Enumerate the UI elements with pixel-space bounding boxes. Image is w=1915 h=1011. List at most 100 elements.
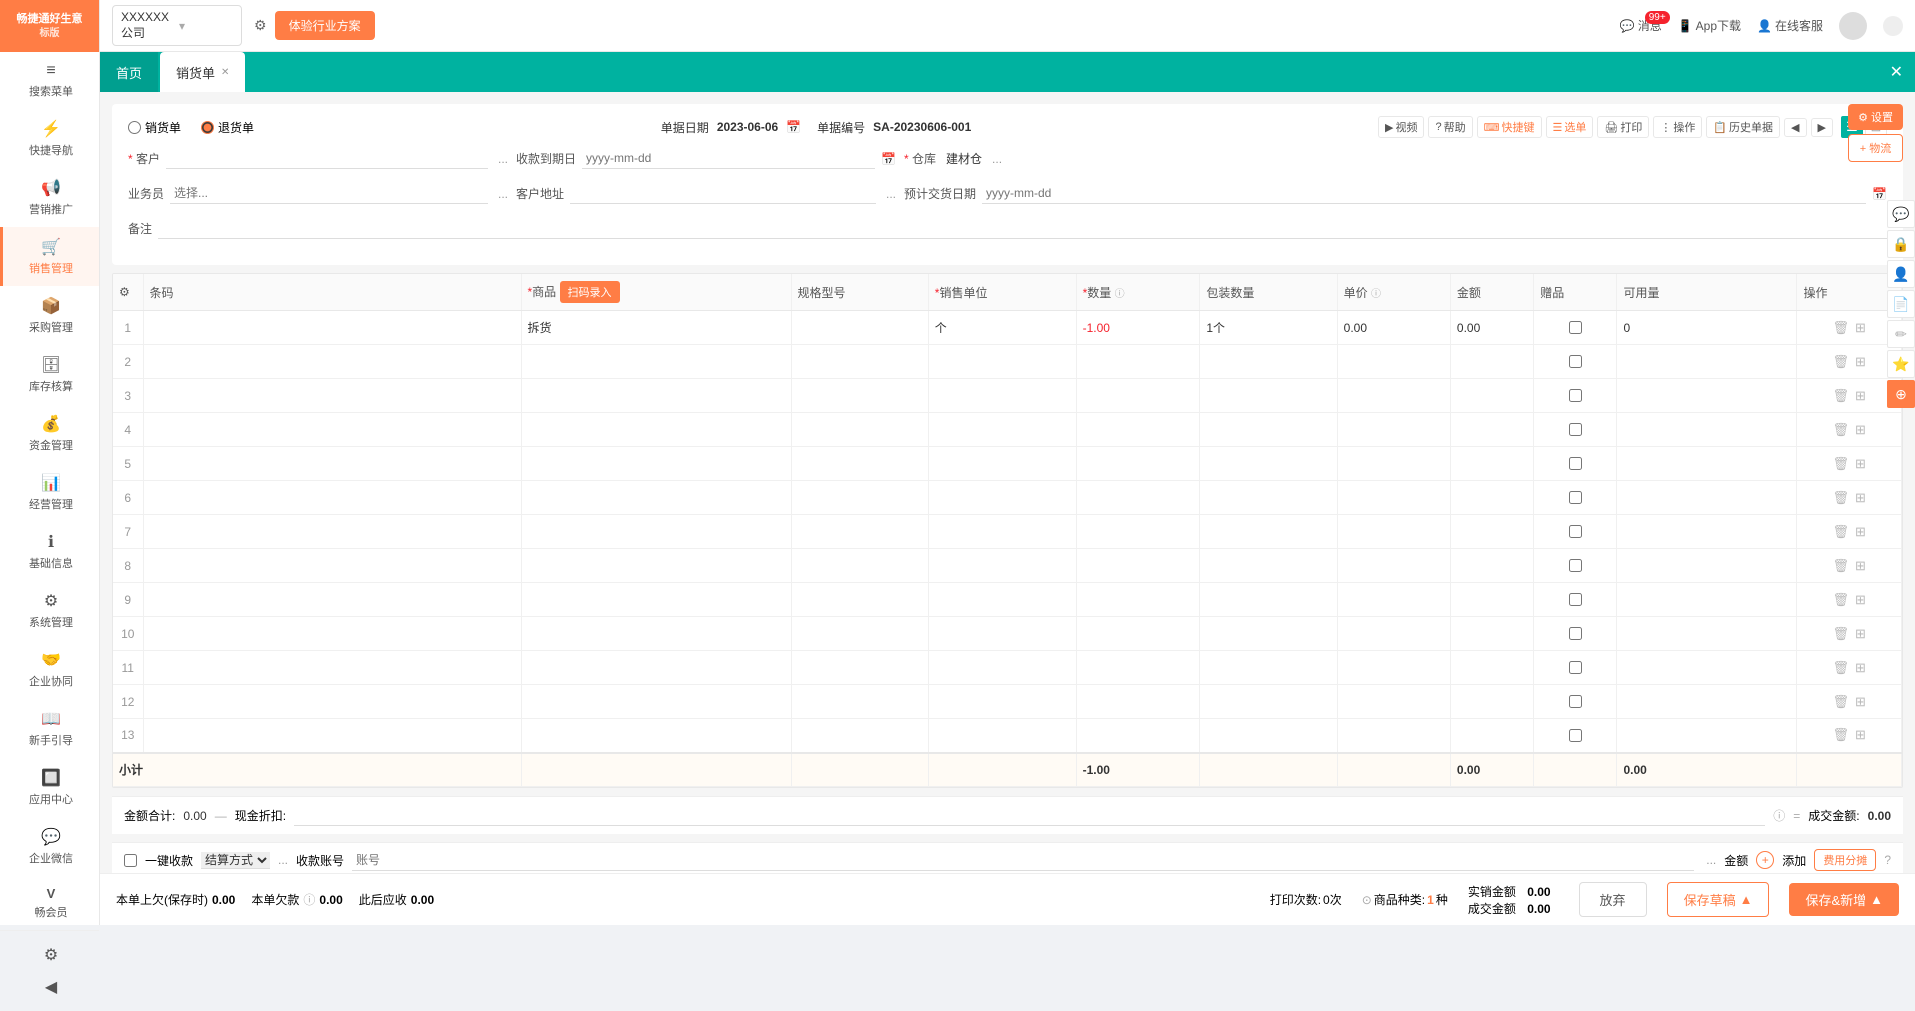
sidebar-item-weixin[interactable]: 💬 企业微信 — [0, 817, 99, 876]
app-download-btn[interactable]: 📱 App下载 — [1678, 17, 1741, 34]
cell-spec[interactable] — [791, 719, 928, 753]
cell-qty[interactable] — [1076, 413, 1200, 447]
barcode-input[interactable] — [150, 695, 515, 709]
cell-qty[interactable] — [1076, 651, 1200, 685]
scan-button[interactable]: 扫码录入 — [560, 281, 620, 303]
cell-gift[interactable] — [1534, 651, 1617, 685]
online-service-btn[interactable]: 👤 在线客服 — [1757, 17, 1823, 34]
shortcut-btn[interactable]: ⌨ 快捷键 — [1477, 116, 1542, 138]
cell-product[interactable] — [521, 549, 791, 583]
cell-barcode[interactable] — [143, 651, 521, 685]
sidebar-item-search[interactable]: ≡ 搜索菜单 — [0, 52, 99, 109]
settlement-select[interactable]: 结算方式 — [201, 852, 270, 869]
cell-spec[interactable] — [791, 481, 928, 515]
select-btn[interactable]: ☰ 选单 — [1546, 116, 1594, 138]
cell-gift[interactable] — [1534, 413, 1617, 447]
trial-button[interactable]: 体验行业方案 — [275, 11, 375, 40]
sidebar-item-finance[interactable]: 💰 资金管理 — [0, 404, 99, 463]
cell-product[interactable] — [521, 481, 791, 515]
cell-barcode[interactable] — [143, 447, 521, 481]
gift-checkbox[interactable] — [1569, 593, 1582, 606]
cell-barcode[interactable] — [143, 515, 521, 549]
cell-barcode[interactable] — [143, 413, 521, 447]
cell-product[interactable] — [521, 413, 791, 447]
gift-checkbox[interactable] — [1569, 423, 1582, 436]
radio-return[interactable]: 退货单 — [201, 119, 254, 136]
sidebar-item-enterprise[interactable]: 🤝 企业协同 — [0, 640, 99, 699]
delete-icon[interactable]: 🗑 — [1833, 320, 1850, 336]
cell-gift[interactable] — [1534, 617, 1617, 651]
delete-icon[interactable]: 🗑 — [1833, 524, 1850, 540]
copy-icon[interactable]: ⊞ — [1855, 354, 1866, 370]
logistics-button[interactable]: + 物流 — [1848, 134, 1903, 162]
barcode-input[interactable] — [150, 525, 515, 539]
copy-icon[interactable]: ⊞ — [1855, 490, 1866, 506]
cell-qty[interactable] — [1076, 617, 1200, 651]
payment-due-input[interactable] — [582, 148, 875, 169]
salesperson-dots[interactable]: ... — [498, 187, 508, 201]
delete-icon[interactable]: 🗑 — [1833, 354, 1850, 370]
cell-qty[interactable] — [1076, 583, 1200, 617]
cell-qty[interactable] — [1076, 549, 1200, 583]
cell-gift[interactable] — [1534, 481, 1617, 515]
avatar2[interactable] — [1883, 16, 1903, 36]
cell-qty[interactable] — [1076, 515, 1200, 549]
cell-price[interactable] — [1337, 651, 1450, 685]
cell-spec[interactable] — [791, 345, 928, 379]
cell-price[interactable] — [1337, 447, 1450, 481]
sidebar-item-basic[interactable]: ℹ 基础信息 — [0, 522, 99, 581]
help-btn[interactable]: ? 帮助 — [1428, 116, 1472, 138]
customer-input[interactable] — [166, 148, 488, 169]
right-icon-edit[interactable]: ✏ — [1887, 320, 1915, 348]
cell-barcode[interactable] — [143, 345, 521, 379]
sidebar-item-sales[interactable]: 🛒 销售管理 — [0, 227, 99, 286]
cell-qty[interactable] — [1076, 379, 1200, 413]
tabbar-close-btn[interactable]: ✕ — [1878, 62, 1915, 82]
gift-checkbox[interactable] — [1569, 627, 1582, 640]
barcode-input[interactable] — [150, 321, 515, 335]
account-input[interactable] — [352, 850, 1694, 871]
address-dots[interactable]: ... — [886, 187, 896, 201]
tab-home[interactable]: 首页 — [100, 52, 158, 92]
delete-icon[interactable]: 🗑 — [1833, 626, 1850, 642]
gift-checkbox[interactable] — [1569, 661, 1582, 674]
sidebar-item-member[interactable]: V 畅会员 — [0, 876, 99, 930]
barcode-input[interactable] — [150, 661, 515, 675]
delete-icon[interactable]: 🗑 — [1833, 694, 1850, 710]
calendar-icon-2[interactable]: 📅 — [1872, 187, 1887, 201]
cell-price[interactable] — [1337, 719, 1450, 753]
cell-gift[interactable] — [1534, 345, 1617, 379]
next-btn[interactable]: ▶ — [1811, 118, 1833, 137]
copy-icon[interactable]: ⊞ — [1855, 660, 1866, 676]
radio-sales[interactable]: 销货单 — [128, 119, 181, 136]
sidebar-item-operations[interactable]: 📊 经营管理 — [0, 463, 99, 522]
cell-spec[interactable] — [791, 447, 928, 481]
cell-qty[interactable]: -1.00 — [1076, 311, 1200, 345]
copy-icon[interactable]: ⊞ — [1855, 524, 1866, 540]
gift-checkbox[interactable] — [1569, 695, 1582, 708]
account-dots[interactable]: ... — [1706, 853, 1716, 867]
copy-icon[interactable]: ⊞ — [1855, 558, 1866, 574]
cell-spec[interactable] — [791, 617, 928, 651]
cell-barcode[interactable] — [143, 583, 521, 617]
barcode-input[interactable] — [150, 355, 515, 369]
tab-close-icon[interactable]: ✕ — [221, 67, 229, 78]
save-new-button[interactable]: 保存&新增 ▲ — [1789, 883, 1899, 916]
gear-settings-icon[interactable]: ⚙ — [254, 17, 267, 34]
cell-spec[interactable] — [791, 515, 928, 549]
delete-icon[interactable]: 🗑 — [1833, 456, 1850, 472]
settlement-dots[interactable]: ... — [278, 853, 288, 867]
copy-icon[interactable]: ⊞ — [1855, 422, 1866, 438]
cell-barcode[interactable] — [143, 311, 521, 345]
barcode-input[interactable] — [150, 491, 515, 505]
barcode-input[interactable] — [150, 423, 515, 437]
delete-icon[interactable]: 🗑 — [1833, 592, 1850, 608]
cash-discount-input[interactable] — [294, 805, 1765, 826]
sidebar-item-purchase[interactable]: 📦 采购管理 — [0, 286, 99, 345]
barcode-input[interactable] — [150, 559, 515, 573]
cell-price[interactable] — [1337, 515, 1450, 549]
cell-price[interactable] — [1337, 481, 1450, 515]
cell-spec[interactable] — [791, 549, 928, 583]
barcode-input[interactable] — [150, 593, 515, 607]
delete-icon[interactable]: 🗑 — [1833, 660, 1850, 676]
